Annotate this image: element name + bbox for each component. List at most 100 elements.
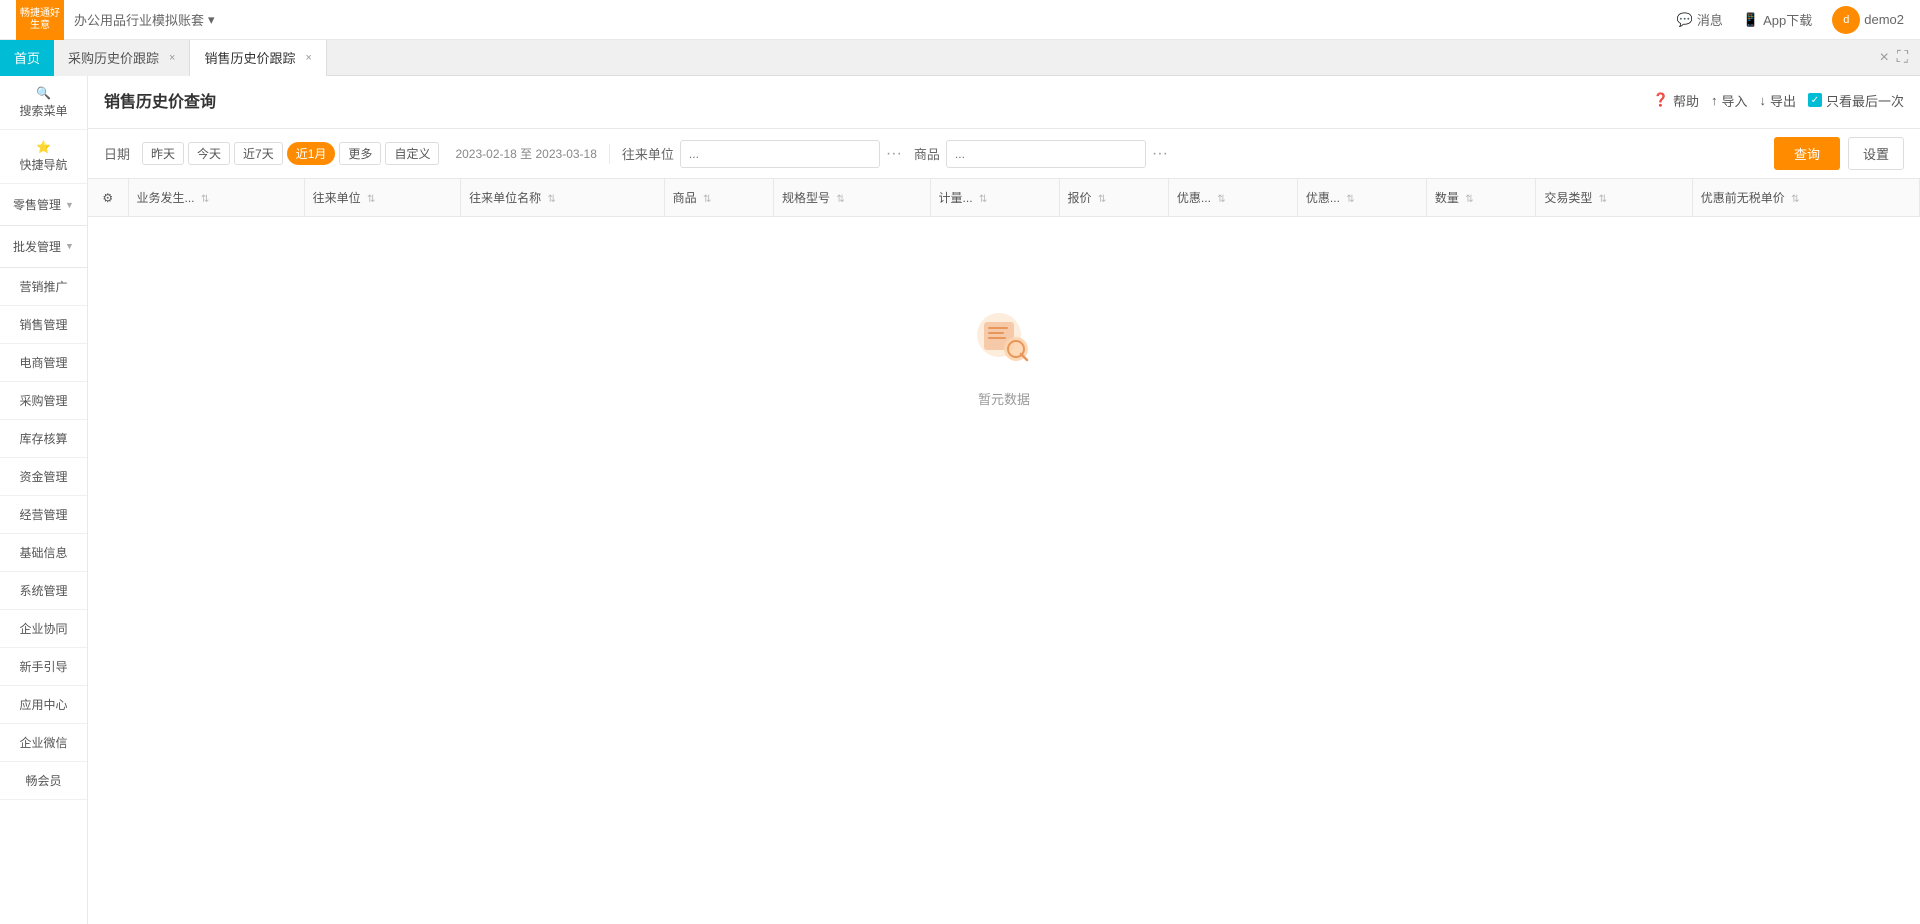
sidebar-item-marketing[interactable]: 营销推广 [0,268,87,306]
sidebar: 🔍 搜索菜单 ⭐ 快捷导航 零售管理 ▼ 批发管理 ▲ 营销推广 销售管理 电商… [0,76,88,924]
th-spec[interactable]: 规格型号 ⇅ [774,179,930,217]
table-header: ⚙ 业务发生... ⇅ 往来单位 ⇅ 往来单位名称 ⇅ [88,179,1920,217]
message-btn[interactable]: 💬 消息 [1677,10,1723,29]
partner-filter-label: 往来单位 [622,144,674,163]
th-partner-name[interactable]: 往来单位名称 ⇅ [461,179,665,217]
import-icon: ↑ [1711,93,1718,108]
goods-filter-input[interactable] [946,140,1146,168]
th-goods[interactable]: 商品 ⇅ [664,179,773,217]
date-btn-today[interactable]: 今天 [188,142,230,165]
date-btn-more[interactable]: 更多 [339,142,381,165]
sidebar-item-enterprise-wechat[interactable]: 企业微信 [0,724,87,762]
sidebar-item-sales-mgmt[interactable]: 销售管理 [0,306,87,344]
partner-filter-group: 往来单位 ··· [622,140,902,168]
user-profile[interactable]: d demo2 [1832,6,1904,34]
sort-icon-biz-date: ⇅ [201,194,209,205]
th-quote[interactable]: 报价 ⇅ [1059,179,1168,217]
sidebar-item-wholesale[interactable]: 批发管理 ▲ [0,226,87,268]
sidebar-item-quick-nav[interactable]: ⭐ 快捷导航 [0,130,87,184]
sort-icon-discount2: ⇅ [1346,194,1354,205]
sidebar-item-purchase[interactable]: 采购管理 [0,382,87,420]
sort-icon-unit: ⇅ [979,194,987,205]
th-unit[interactable]: 计量... ⇅ [930,179,1059,217]
sidebar-item-finance[interactable]: 资金管理 [0,458,87,496]
topbar-left: 畅捷通好生意 办公用品行业模拟账套 ▾ [16,0,215,40]
settings-button[interactable]: 设置 [1848,137,1904,170]
app-download-btn[interactable]: 📱 App下载 [1743,10,1812,29]
date-btn-7days[interactable]: 近7天 [234,142,283,165]
content-area: 销售历史价查询 ❓ 帮助 ↑ 导入 ↓ 导出 ✓ [88,76,1920,924]
sidebar-item-ecommerce[interactable]: 电商管理 [0,344,87,382]
search-icon: 🔍 [36,86,51,100]
tab-sales-history-close[interactable]: × [305,52,311,64]
chevron-down-icon: ▼ [65,200,74,210]
sidebar-item-app-center[interactable]: 应用中心 [0,686,87,724]
date-btn-yesterday[interactable]: 昨天 [142,142,184,165]
partner-filter-input[interactable] [680,140,880,168]
th-biz-date[interactable]: 业务发生... ⇅ [128,179,304,217]
tab-home[interactable]: 首页 [0,40,54,76]
avatar: d [1832,6,1860,34]
maximize-window-btn[interactable]: ⛶ [1897,49,1908,67]
th-discount1[interactable]: 优惠... ⇅ [1168,179,1297,217]
sidebar-item-membership[interactable]: 畅会员 [0,762,87,800]
message-icon: 💬 [1677,12,1693,28]
page-actions: ❓ 帮助 ↑ 导入 ↓ 导出 ✓ 只看最后一次 [1653,91,1904,110]
sort-icon-trade-type: ⇅ [1599,194,1607,205]
date-btn-custom[interactable]: 自定义 [385,142,439,165]
sort-icon-partner-name: ⇅ [547,194,555,205]
tab-window-controls: × ⛶ [1879,49,1920,67]
date-range-display: 2023-02-18 至 2023-03-18 [455,145,596,162]
query-button[interactable]: 查询 [1774,137,1840,170]
export-btn[interactable]: ↓ 导出 [1759,91,1796,110]
chevron-up-icon: ▲ [65,242,74,252]
sidebar-item-enterprise-coop[interactable]: 企业协同 [0,610,87,648]
table-header-row: ⚙ 业务发生... ⇅ 往来单位 ⇅ 往来单位名称 ⇅ [88,179,1920,217]
sidebar-item-search[interactable]: 🔍 搜索菜单 [0,76,87,130]
partner-filter-dots[interactable]: ··· [886,145,902,163]
topbar: 畅捷通好生意 办公用品行业模拟账套 ▾ 💬 消息 📱 App下载 d demo2 [0,0,1920,40]
sort-icon-pre-tax-price: ⇅ [1791,194,1799,205]
th-gear[interactable]: ⚙ [88,179,128,217]
sort-icon-quantity: ⇅ [1465,194,1473,205]
page-title-row: 销售历史价查询 ❓ 帮助 ↑ 导入 ↓ 导出 ✓ [104,88,1904,112]
page-header: 销售历史价查询 ❓ 帮助 ↑ 导入 ↓ 导出 ✓ [88,76,1920,129]
date-btn-1month[interactable]: 近1月 [287,142,336,165]
action-buttons: 查询 设置 [1774,137,1904,170]
tab-purchase-history-close[interactable]: × [169,52,175,64]
th-quantity[interactable]: 数量 ⇅ [1426,179,1535,217]
sidebar-item-basic-info[interactable]: 基础信息 [0,534,87,572]
nav-icon: ⭐ [36,140,51,154]
sidebar-item-system[interactable]: 系统管理 [0,572,87,610]
sort-icon-spec: ⇅ [836,194,844,205]
goods-filter-group: 商品 ··· [914,140,1168,168]
sidebar-item-guide[interactable]: 新手引导 [0,648,87,686]
sidebar-item-operations[interactable]: 经营管理 [0,496,87,534]
sort-icon-goods: ⇅ [703,194,711,205]
empty-text: 暂元数据 [978,389,1030,408]
sort-icon-discount1: ⇅ [1217,194,1225,205]
empty-state-icon [964,297,1044,377]
only-last-checkbox-label[interactable]: ✓ 只看最后一次 [1808,91,1904,110]
tab-sales-history[interactable]: 销售历史价跟踪 × [190,40,326,76]
goods-filter-label: 商品 [914,144,940,163]
import-btn[interactable]: ↑ 导入 [1711,91,1748,110]
sidebar-item-inventory[interactable]: 库存核算 [0,420,87,458]
tab-purchase-history[interactable]: 采购历史价跟踪 × [54,40,190,76]
help-btn[interactable]: ❓ 帮助 [1653,91,1699,110]
th-pre-tax-price[interactable]: 优惠前无税单价 ⇅ [1692,179,1919,217]
th-discount2[interactable]: 优惠... ⇅ [1297,179,1426,217]
app-selector[interactable]: 办公用品行业模拟账套 ▾ [74,10,215,29]
filter-divider-1 [609,144,610,164]
th-partner-code[interactable]: 往来单位 ⇅ [304,179,460,217]
sidebar-item-retail[interactable]: 零售管理 ▼ [0,184,87,226]
date-buttons: 昨天 今天 近7天 近1月 更多 自定义 [142,142,439,165]
sort-icon-quote: ⇅ [1098,194,1106,205]
close-window-btn[interactable]: × [1879,49,1888,67]
goods-filter-dots[interactable]: ··· [1152,145,1168,163]
page-title: 销售历史价查询 [104,88,216,112]
th-trade-type[interactable]: 交易类型 ⇅ [1536,179,1692,217]
data-table: ⚙ 业务发生... ⇅ 往来单位 ⇅ 往来单位名称 ⇅ [88,179,1920,217]
only-last-checkbox[interactable]: ✓ [1808,93,1822,107]
logo: 畅捷通好生意 [16,0,64,40]
